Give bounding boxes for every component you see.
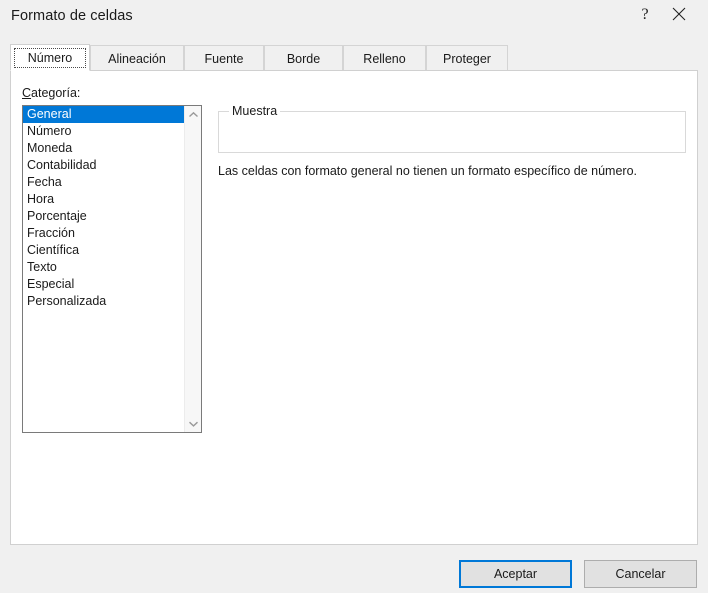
list-item[interactable]: Porcentaje: [23, 208, 184, 225]
list-item[interactable]: Fecha: [23, 174, 184, 191]
sample-groupbox: Muestra: [218, 104, 686, 153]
list-item[interactable]: Científica: [23, 242, 184, 259]
format-cells-dialog: Formato de celdas ? Número Alineación Fu…: [0, 0, 708, 593]
tab-borde[interactable]: Borde: [264, 45, 343, 71]
list-item[interactable]: Especial: [23, 276, 184, 293]
category-description: Las celdas con formato general no tienen…: [218, 164, 638, 178]
chevron-down-icon: [188, 420, 199, 428]
list-item[interactable]: Número: [23, 123, 184, 140]
tab-strip: Número Alineación Fuente Borde Relleno P…: [10, 44, 698, 71]
category-listbox[interactable]: General Número Moneda Contabilidad Fecha…: [22, 105, 202, 433]
category-label: Categoría:: [22, 86, 80, 100]
sample-legend: Muestra: [229, 104, 281, 118]
category-list-scrollbar[interactable]: [184, 106, 201, 432]
list-item[interactable]: Hora: [23, 191, 184, 208]
tab-relleno[interactable]: Relleno: [343, 45, 426, 71]
scrollbar-up-button[interactable]: [185, 106, 201, 123]
title-bar: Formato de celdas ?: [0, 0, 708, 32]
number-tab-panel: Categoría: General Número Moneda Contabi…: [10, 70, 698, 545]
list-item[interactable]: General: [23, 106, 184, 123]
dialog-title: Formato de celdas: [11, 8, 133, 24]
close-button[interactable]: [656, 0, 702, 31]
cancel-button[interactable]: Cancelar: [584, 560, 697, 588]
tab-label: Alineación: [108, 51, 166, 66]
tab-fuente[interactable]: Fuente: [184, 45, 264, 71]
list-item[interactable]: Personalizada: [23, 293, 184, 310]
category-label-accel: C: [22, 86, 32, 100]
tab-label: Relleno: [363, 51, 406, 66]
chevron-up-icon: [188, 111, 199, 119]
close-icon: [672, 7, 686, 24]
category-label-rest: ategoría:: [31, 86, 81, 100]
tab-label: Proteger: [443, 51, 491, 66]
scrollbar-down-button[interactable]: [185, 415, 201, 432]
list-item[interactable]: Texto: [23, 259, 184, 276]
tab-proteger[interactable]: Proteger: [426, 45, 508, 71]
tab-label: Número: [27, 50, 73, 65]
list-item[interactable]: Moneda: [23, 140, 184, 157]
tab-label: Borde: [286, 51, 321, 66]
tab-numero[interactable]: Número: [10, 44, 90, 71]
list-item[interactable]: Contabilidad: [23, 157, 184, 174]
list-item[interactable]: Fracción: [23, 225, 184, 242]
ok-button[interactable]: Aceptar: [459, 560, 572, 588]
tab-alineacion[interactable]: Alineación: [90, 45, 184, 71]
tab-label: Fuente: [204, 51, 244, 66]
question-mark-icon: ?: [641, 5, 649, 23]
category-list[interactable]: General Número Moneda Contabilidad Fecha…: [23, 106, 184, 432]
